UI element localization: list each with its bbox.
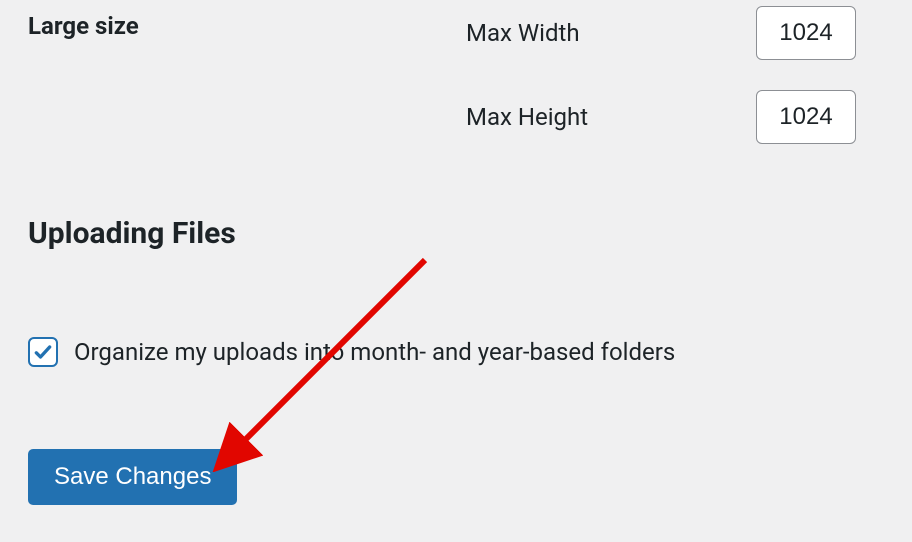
organize-uploads-checkbox[interactable] [28,337,58,367]
max-width-label: Max Width [466,19,756,47]
checkmark-icon [33,342,53,362]
organize-uploads-row: Organize my uploads into month- and year… [0,251,912,367]
submit-row: Save Changes [0,367,912,505]
large-size-fields: Max Width Max Height [466,6,856,144]
save-changes-button[interactable]: Save Changes [28,449,237,505]
max-height-label: Max Height [466,103,756,131]
large-size-row: Large size Max Width Max Height [0,0,912,144]
uploading-files-heading: Uploading Files [0,144,912,251]
max-width-field: Max Width [466,6,856,60]
max-height-field: Max Height [466,90,856,144]
organize-uploads-label: Organize my uploads into month- and year… [74,338,675,366]
max-height-input[interactable] [756,90,856,144]
large-size-label: Large size [28,6,466,40]
max-width-input[interactable] [756,6,856,60]
